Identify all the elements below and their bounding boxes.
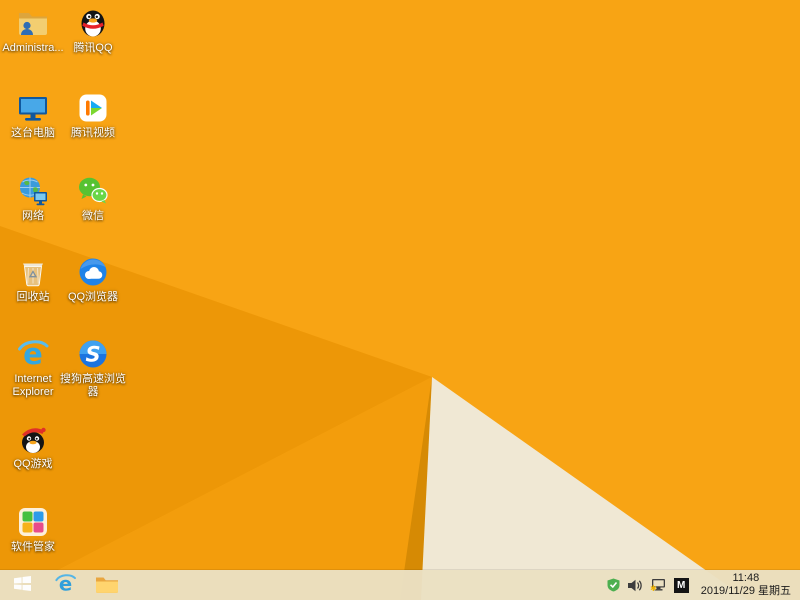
- desktop-icon-this-pc[interactable]: 这台电脑: [0, 91, 66, 173]
- desktop-icon-qq-games[interactable]: QQ游戏: [0, 422, 66, 504]
- penguin-hat-icon: [16, 422, 50, 456]
- planet-cloud-icon: [76, 255, 110, 289]
- desktop-icon-label: QQ游戏: [13, 458, 53, 470]
- network-status-icon[interactable]: ✱: [650, 578, 666, 592]
- desktop-icon-qq-browser[interactable]: QQ浏览器: [60, 255, 126, 337]
- color-tiles-icon: [16, 505, 50, 539]
- desktop-icon-label: Administra...: [2, 42, 64, 54]
- taskbar-file-explorer-button[interactable]: [86, 570, 128, 600]
- desktop-icon-recycle-bin[interactable]: 回收站: [0, 255, 66, 337]
- computer-icon: [16, 91, 50, 125]
- sogou-s-icon: S: [76, 337, 110, 371]
- start-button[interactable]: [0, 570, 44, 600]
- desktop-icon-sogou-browser[interactable]: S 搜狗高速浏览器: [60, 337, 126, 419]
- taskbar: e ✱ M 11:48 2019/11/29 星期五: [0, 570, 800, 600]
- desktop-icon-network[interactable]: 网络: [0, 174, 66, 256]
- qq-penguin-icon: [76, 6, 110, 40]
- trash-bin-icon: [16, 255, 50, 289]
- desktop-icon-wechat[interactable]: 微信: [60, 174, 126, 256]
- clock-time: 11:48: [732, 572, 760, 584]
- windows-logo-icon: [13, 576, 31, 594]
- desktop-icon-label: 软件管家: [11, 541, 55, 553]
- desktop-icon-tencent-qq[interactable]: 腾讯QQ: [60, 6, 126, 88]
- clock-date: 2019/11/29 星期五: [700, 585, 791, 597]
- taskbar-ie-button[interactable]: e: [44, 570, 86, 600]
- desktop-surface[interactable]: Administra... 腾讯QQ 这台电脑 腾讯视频 网络 微信 回收站 Q…: [0, 0, 800, 570]
- desktop-icon-label: Internet Explorer: [12, 373, 54, 398]
- taskbar-clock[interactable]: 11:48 2019/11/29 星期五: [697, 572, 791, 598]
- globe-computer-icon: [16, 174, 50, 208]
- svg-text:S: S: [85, 343, 100, 367]
- desktop-icon-label: 搜狗高速浏览器: [60, 373, 126, 398]
- volume-icon[interactable]: [627, 579, 642, 592]
- folder-icon: [95, 574, 119, 597]
- desktop-icon-label: 腾讯QQ: [73, 42, 113, 54]
- chat-bubbles-icon: [76, 174, 110, 208]
- ie-e-icon: e: [16, 337, 50, 371]
- desktop-icon-label: 这台电脑: [11, 127, 55, 139]
- desktop-icon-tencent-video[interactable]: 腾讯视频: [60, 91, 126, 173]
- play-logo-icon: [76, 91, 110, 125]
- desktop-icon-internet-explorer[interactable]: e Internet Explorer: [0, 337, 66, 419]
- desktop-icon-label: 微信: [82, 210, 104, 222]
- desktop-icon-administrator[interactable]: Administra...: [0, 6, 66, 88]
- user-folder-icon: [16, 6, 50, 40]
- desktop-icon-label: 网络: [22, 210, 44, 222]
- tray-shield-icon[interactable]: [607, 578, 620, 592]
- desktop-icon-label: 回收站: [16, 291, 50, 303]
- desktop-icon-label: QQ浏览器: [67, 291, 119, 303]
- desktop-icon-label: 腾讯视频: [71, 127, 115, 139]
- system-tray: ✱ M 11:48 2019/11/29 星期五: [607, 572, 800, 598]
- svg-text:✱: ✱: [650, 584, 657, 592]
- ie-e-icon: e: [54, 572, 77, 598]
- ime-indicator[interactable]: M: [673, 577, 689, 593]
